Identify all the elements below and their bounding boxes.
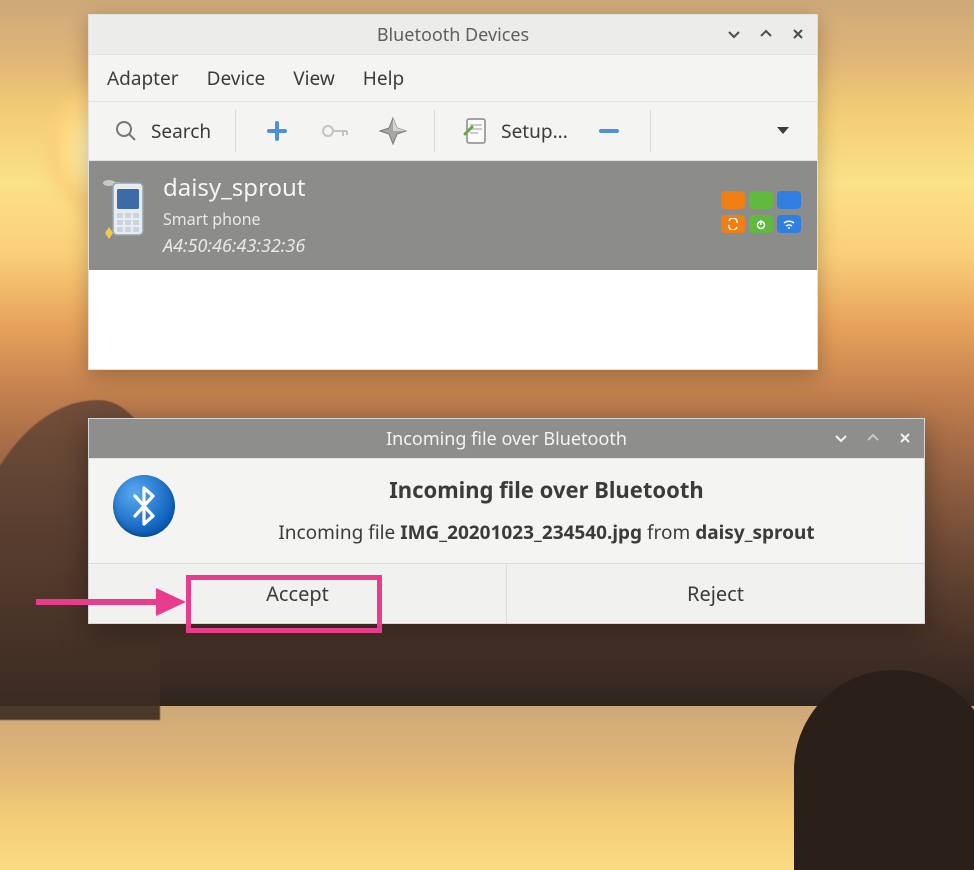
capability-power-icon (749, 215, 773, 233)
device-mac: A4:50:46:43:32:36 (163, 234, 306, 258)
incoming-file-dialog: Incoming file over Bluetooth Incoming fi… (88, 418, 925, 624)
dialog-msg-prefix: Incoming file (278, 519, 400, 545)
desktop-hill (794, 670, 974, 870)
key-icon (318, 114, 352, 148)
device-name: daisy_sprout (163, 171, 306, 204)
minimize-icon[interactable] (727, 27, 741, 43)
accept-button[interactable]: Accept (89, 564, 507, 623)
dialog-message: Incoming file IMG_20201023_234540.jpg fr… (193, 519, 900, 545)
setup-label: Setup... (501, 118, 568, 144)
dialog-sender: daisy_sprout (695, 519, 814, 545)
dialog-heading: Incoming file over Bluetooth (193, 475, 900, 505)
dialog-titlebar[interactable]: Incoming file over Bluetooth (89, 419, 924, 459)
setup-button[interactable]: Setup... (453, 110, 574, 152)
minus-icon (592, 114, 626, 148)
search-icon (109, 114, 143, 148)
dialog-body: Incoming file over Bluetooth Incoming fi… (89, 459, 924, 563)
dialog-buttons: Accept Reject (89, 563, 924, 623)
dialog-filename: IMG_20201023_234540.jpg (400, 519, 642, 545)
device-icon (103, 171, 149, 241)
dialog-title: Incoming file over Bluetooth (386, 427, 627, 451)
bluetooth-devices-window: Bluetooth Devices Adapter Device View He… (88, 14, 818, 370)
toolbar-menu-button[interactable] (763, 116, 803, 146)
dialog-text: Incoming file over Bluetooth Incoming fi… (193, 475, 900, 545)
menu-device[interactable]: Device (207, 65, 266, 91)
window-title: Bluetooth Devices (377, 23, 529, 47)
device-capabilities (721, 191, 801, 235)
close-icon[interactable] (791, 27, 805, 43)
toolbar: Search (89, 102, 817, 161)
toolbar-separator (434, 110, 435, 152)
capability-icon (777, 191, 801, 209)
close-icon[interactable] (898, 431, 912, 447)
menu-view[interactable]: View (293, 65, 335, 91)
search-button[interactable]: Search (103, 110, 217, 152)
remove-button[interactable] (586, 110, 632, 152)
star-icon (376, 114, 410, 148)
menubar: Adapter Device View Help (89, 55, 817, 102)
window-controls (727, 15, 805, 55)
device-info: daisy_sprout Smart phone A4:50:46:43:32:… (163, 171, 306, 258)
menu-help[interactable]: Help (363, 65, 404, 91)
add-button[interactable] (254, 110, 300, 152)
maximize-icon[interactable] (759, 27, 773, 43)
toolbar-separator (650, 110, 651, 152)
bluetooth-icon (113, 475, 175, 537)
capability-icon (749, 191, 773, 209)
device-type: Smart phone (163, 208, 306, 230)
minimize-icon[interactable] (834, 431, 848, 447)
capability-icon (721, 191, 745, 209)
key-button[interactable] (312, 110, 358, 152)
menu-adapter[interactable]: Adapter (107, 65, 179, 91)
toolbar-separator (235, 110, 236, 152)
reject-button[interactable]: Reject (507, 564, 924, 623)
device-list: daisy_sprout Smart phone A4:50:46:43:32:… (89, 161, 817, 369)
window-titlebar[interactable]: Bluetooth Devices (89, 15, 817, 55)
capability-sync-icon (721, 215, 745, 233)
setup-icon (459, 114, 493, 148)
device-row[interactable]: daisy_sprout Smart phone A4:50:46:43:32:… (89, 161, 817, 270)
window-controls (834, 419, 912, 459)
search-label: Search (151, 118, 211, 144)
plus-icon (260, 114, 294, 148)
capability-wifi-icon (777, 215, 801, 233)
dialog-msg-mid: from (642, 519, 695, 545)
maximize-icon[interactable] (866, 431, 880, 447)
trust-button[interactable] (370, 110, 416, 152)
